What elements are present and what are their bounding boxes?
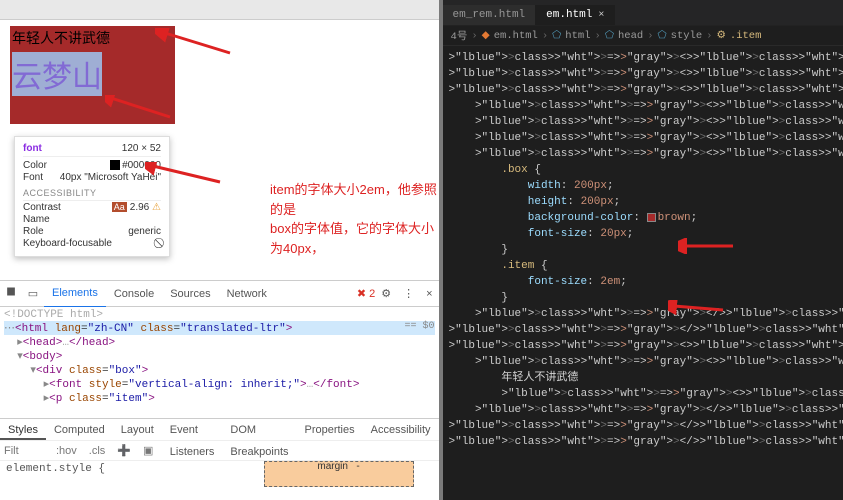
tab-network[interactable]: Network bbox=[219, 281, 275, 307]
tt-role-value: generic bbox=[128, 226, 161, 237]
arrow-icon bbox=[668, 300, 728, 316]
inspect-icon[interactable]: ⯀ bbox=[0, 287, 22, 300]
settings-gear-icon[interactable]: ⚙ bbox=[375, 287, 397, 300]
arrow-icon bbox=[145, 162, 225, 187]
device-toggle-icon[interactable]: ▭ bbox=[22, 287, 44, 300]
tt-name-label: Name bbox=[23, 214, 50, 225]
more-icon[interactable]: ⋮ bbox=[397, 287, 420, 300]
styles-filter-input[interactable] bbox=[0, 445, 50, 457]
close-devtools-icon[interactable]: × bbox=[420, 288, 438, 300]
tab-elements[interactable]: Elements bbox=[44, 280, 106, 308]
hov-toggle[interactable]: :hov bbox=[50, 445, 83, 457]
tab-styles[interactable]: Styles bbox=[0, 419, 46, 440]
styles-body: element.style { margin - bbox=[0, 460, 439, 500]
tt-role-label: Role bbox=[23, 226, 44, 237]
breadcrumb[interactable]: 4号› ◆em.html› ⬠html› ⬠head› ⬠style› ⚙.it… bbox=[443, 26, 843, 46]
devtools-tabs: ⯀ ▭ Elements Console Sources Network ✖ 2… bbox=[0, 281, 439, 307]
dom-html-line[interactable]: ⋯<html lang="zh-CN" class="translated-lt… bbox=[4, 321, 435, 335]
dom-p-item[interactable]: ▸<p class="item"> bbox=[4, 391, 435, 405]
tt-contrast-value: Aa2.96 ⚠ bbox=[112, 202, 161, 213]
box-model-margin: margin - bbox=[264, 461, 414, 487]
dom-body-open[interactable]: ▾<body> bbox=[4, 349, 435, 363]
error-count-badge[interactable]: ✖ 2 bbox=[357, 287, 375, 300]
crumb-file[interactable]: em.html bbox=[494, 30, 538, 42]
more-styles-icon[interactable]: ▣ bbox=[137, 444, 159, 457]
tab-layout[interactable]: Layout bbox=[113, 419, 162, 440]
tab-event-listeners[interactable]: Event Listeners bbox=[162, 419, 223, 440]
close-icon[interactable]: × bbox=[598, 10, 604, 21]
tt-contrast-label: Contrast bbox=[23, 202, 61, 213]
devtools-panel: ⯀ ▭ Elements Console Sources Network ✖ 2… bbox=[0, 280, 439, 500]
crumb-html[interactable]: html bbox=[565, 30, 590, 42]
page-viewport: 年轻人不讲武德 云梦山 font 120 × 52 Color#000000 F… bbox=[0, 20, 439, 280]
annotation-text: item的字体大小2em，他参照的是 box的字体值，它的字体大小为40px， bbox=[270, 180, 439, 258]
tab-properties[interactable]: Properties bbox=[296, 419, 362, 440]
tt-a11y-header: ACCESSIBILITY bbox=[23, 188, 161, 201]
dom-font-line[interactable]: ▸<font style="vertical-align: inherit;">… bbox=[4, 377, 435, 391]
dom-tree[interactable]: <!DOCTYPE html> ⋯<html lang="zh-CN" clas… bbox=[0, 307, 439, 418]
tooltip-dims: 120 × 52 bbox=[122, 143, 161, 154]
browser-devtools-pane: 年轻人不讲武德 云梦山 font 120 × 52 Color#000000 F… bbox=[0, 0, 443, 500]
arrow-icon bbox=[678, 238, 738, 254]
crumb-head[interactable]: head bbox=[618, 30, 643, 42]
tab-em-rem[interactable]: em_rem.html bbox=[443, 5, 537, 25]
arrow-icon bbox=[105, 95, 175, 120]
tab-computed[interactable]: Computed bbox=[46, 419, 113, 440]
vscode-tabs: em_rem.html em.html× bbox=[443, 0, 843, 26]
box-text-line1: 年轻人不讲武德 bbox=[10, 26, 175, 50]
styles-tabs: Styles Computed Layout Event Listeners D… bbox=[0, 418, 439, 440]
crumb-style[interactable]: style bbox=[671, 30, 703, 42]
vscode-pane: em_rem.html em.html× 4号› ◆em.html› ⬠html… bbox=[443, 0, 843, 500]
dom-div-box[interactable]: ▾<div class="box"> bbox=[4, 363, 435, 377]
code-editor[interactable]: >"lblue">>class>>"wht">>=>>"gray">><>>"l… bbox=[443, 46, 843, 450]
tab-sources[interactable]: Sources bbox=[162, 281, 218, 307]
dom-head-line[interactable]: ▸<head>…</head> bbox=[4, 335, 435, 349]
dom-doctype: <!DOCTYPE html> bbox=[4, 309, 435, 321]
crumb-folder[interactable]: 4号 bbox=[451, 28, 468, 43]
add-rule-icon[interactable]: ➕ bbox=[111, 444, 137, 457]
tt-color-label: Color bbox=[23, 160, 47, 171]
tab-em[interactable]: em.html× bbox=[536, 5, 615, 25]
crumb-item[interactable]: .item bbox=[730, 30, 762, 42]
cls-toggle[interactable]: .cls bbox=[83, 445, 112, 457]
element-style-block[interactable]: element.style { bbox=[0, 461, 239, 500]
tab-console[interactable]: Console bbox=[106, 281, 162, 307]
tab-dom-breakpoints[interactable]: DOM Breakpoints bbox=[222, 419, 296, 440]
tab-accessibility[interactable]: Accessibility bbox=[363, 419, 439, 440]
styles-filter-row: :hov .cls ➕ ▣ bbox=[0, 440, 439, 460]
tt-font-label: Font bbox=[23, 172, 43, 183]
item-element: 云梦山 bbox=[12, 52, 102, 96]
browser-chrome-bar bbox=[0, 0, 439, 20]
tt-kf-label: Keyboard-focusable bbox=[23, 238, 112, 249]
element-inspector-tooltip: font 120 × 52 Color#000000 Font40px "Mic… bbox=[14, 136, 170, 257]
arrow-icon bbox=[155, 28, 235, 58]
tooltip-tag: font bbox=[23, 143, 42, 154]
